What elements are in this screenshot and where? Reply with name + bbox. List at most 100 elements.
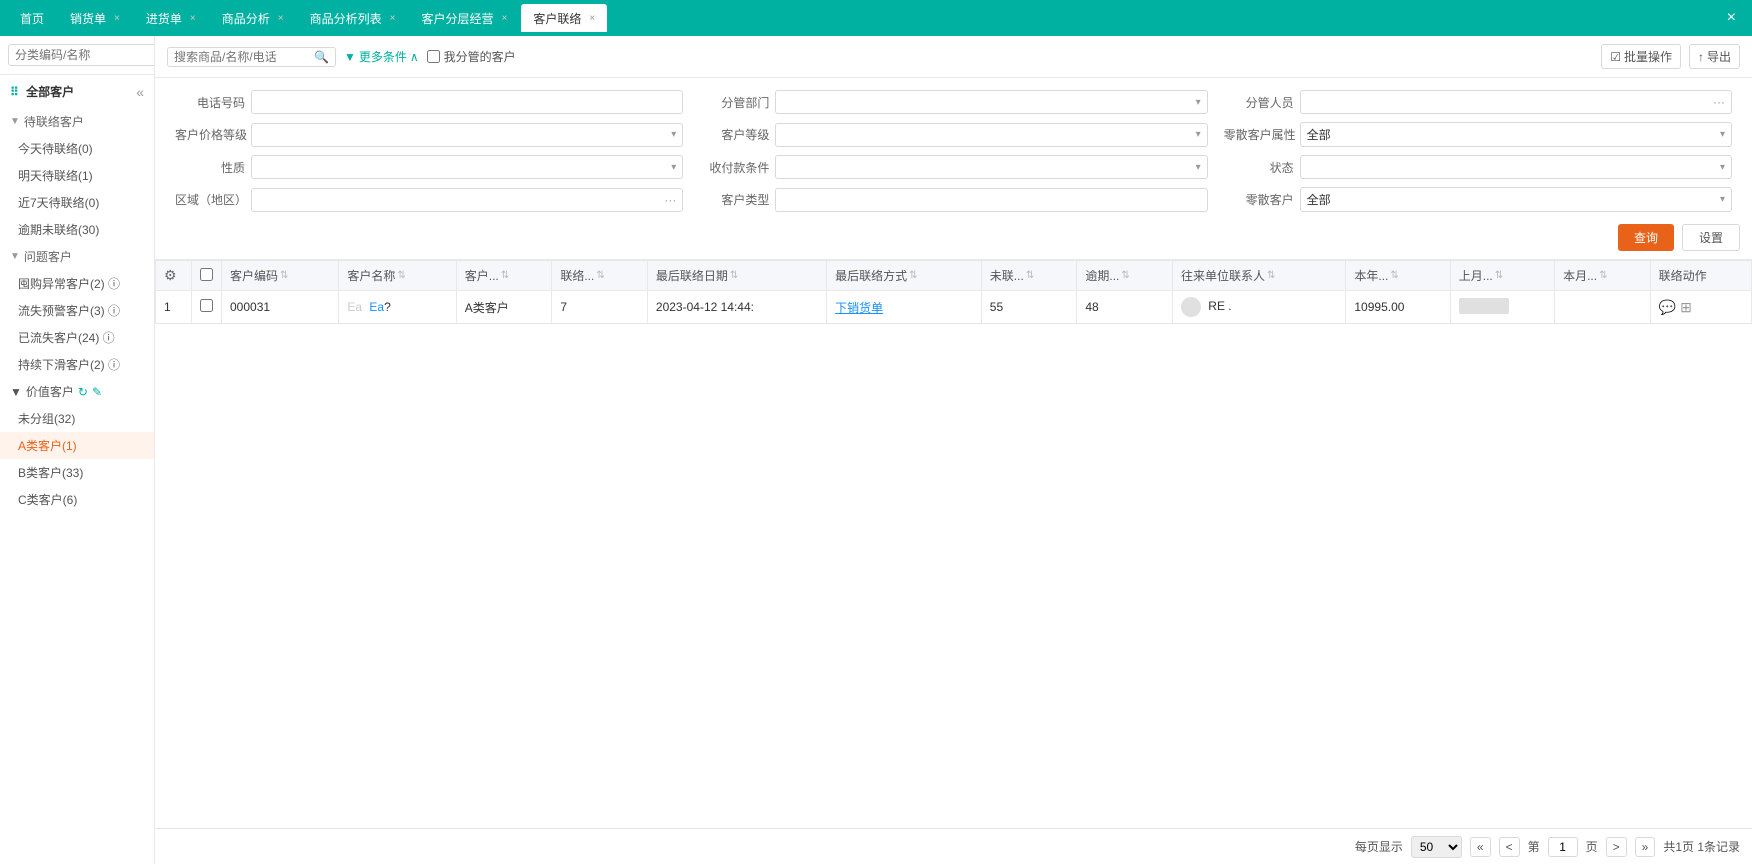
filter-manager-control[interactable]: ··· bbox=[1300, 90, 1732, 114]
sidebar-section-problem[interactable]: ▼ 问题客户 bbox=[0, 243, 154, 270]
row-contact-count: 7 bbox=[552, 291, 648, 324]
row-this-year: 10995.00 bbox=[1346, 291, 1450, 324]
name-sort-icon[interactable]: ⇅ bbox=[397, 270, 405, 281]
last-method-sort-icon[interactable]: ⇅ bbox=[909, 270, 917, 281]
filter-customer-type-control[interactable] bbox=[775, 188, 1207, 212]
filter-more-label: 更多条件 bbox=[359, 48, 407, 65]
sidebar-item-lost-warning[interactable]: 流失预警客户(3) ⓘ bbox=[0, 297, 154, 324]
export-button[interactable]: ↑ 导出 bbox=[1689, 44, 1740, 69]
tab-customer-tier-close[interactable]: × bbox=[501, 13, 507, 24]
tab-home[interactable]: 首页 bbox=[8, 4, 56, 32]
sidebar-section-value[interactable]: ▼ 价值客户 ↻ ✎ bbox=[0, 378, 154, 405]
sidebar-item-abnormal[interactable]: 囤购异常客户(2) ⓘ bbox=[0, 270, 154, 297]
problem-arrow-icon: ▼ bbox=[10, 251, 20, 262]
th-name: 客户名称⇅ bbox=[339, 261, 456, 291]
filter-region: 区域（地区） ··· bbox=[167, 183, 691, 216]
column-settings-button[interactable]: ⚙ bbox=[164, 267, 177, 284]
filter-dept-control[interactable]: ▾ bbox=[775, 90, 1207, 114]
filter-phone-input[interactable] bbox=[258, 95, 676, 109]
close-all-tabs-button[interactable]: × bbox=[1719, 5, 1744, 31]
row-checkbox[interactable] bbox=[200, 299, 213, 312]
sidebar-item-7days[interactable]: 近7天待联络(0) bbox=[0, 189, 154, 216]
last-month-sort-icon[interactable]: ⇅ bbox=[1495, 270, 1503, 281]
value-refresh-button[interactable]: ↻ bbox=[78, 385, 88, 399]
filter-region-dots[interactable]: ··· bbox=[664, 193, 676, 207]
tab-analysis-list[interactable]: 商品分析列表 × bbox=[298, 4, 408, 32]
setting-button[interactable]: 设置 bbox=[1682, 224, 1740, 251]
th-this-year-label: 本年... bbox=[1354, 267, 1388, 284]
query-button[interactable]: 查询 bbox=[1618, 224, 1674, 251]
th-code: 客户编码⇅ bbox=[222, 261, 339, 291]
ctype-sort-icon[interactable]: ⇅ bbox=[501, 270, 509, 281]
filter-manager-dots[interactable]: ··· bbox=[1713, 95, 1725, 109]
sidebar-item-lost[interactable]: 已流失客户(24) ⓘ bbox=[0, 324, 154, 351]
sidebar-item-tomorrow[interactable]: 明天待联络(1) bbox=[0, 162, 154, 189]
tab-purchase-close[interactable]: × bbox=[190, 13, 196, 24]
filter-status-control[interactable]: ▾ bbox=[1300, 155, 1732, 179]
tab-customer-tier[interactable]: 客户分层经营 × bbox=[409, 4, 519, 32]
tab-purchase[interactable]: 进货单 × bbox=[134, 4, 208, 32]
contact-person-sort-icon[interactable]: ⇅ bbox=[1267, 270, 1275, 281]
filter-region-control[interactable]: ··· bbox=[251, 188, 683, 212]
value-edit-button[interactable]: ✎ bbox=[92, 385, 102, 399]
sidebar-item-class-a[interactable]: A类客户(1) bbox=[0, 432, 154, 459]
value-section-label: 价值客户 bbox=[26, 383, 74, 400]
filter-search-input[interactable] bbox=[174, 50, 314, 64]
all-customer-label: ⠿ 全部客户 bbox=[10, 83, 74, 100]
filter-retail-attr-control[interactable]: 全部 ▾ bbox=[1300, 122, 1732, 147]
this-year-sort-icon[interactable]: ⇅ bbox=[1390, 270, 1398, 281]
filter-payment-label: 收付款条件 bbox=[699, 159, 769, 176]
sidebar-search-input[interactable] bbox=[8, 44, 155, 66]
filter-nature-control[interactable]: ▾ bbox=[251, 155, 683, 179]
tab-sales-close[interactable]: × bbox=[114, 13, 120, 24]
sidebar-item-ungroup[interactable]: 未分组(32) bbox=[0, 405, 154, 432]
my-customer-checkbox[interactable] bbox=[427, 50, 440, 63]
next-page-button[interactable]: > bbox=[1606, 837, 1627, 857]
current-page-input[interactable] bbox=[1548, 837, 1578, 857]
sidebar-search-area: 🔍 bbox=[0, 36, 154, 75]
contact-count-sort-icon[interactable]: ⇅ bbox=[596, 270, 604, 281]
page-size-select[interactable]: 50 100 200 bbox=[1411, 836, 1462, 858]
filter-search-icon[interactable]: 🔍 bbox=[314, 50, 329, 64]
this-month-sort-icon[interactable]: ⇅ bbox=[1599, 270, 1607, 281]
code-sort-icon[interactable]: ⇅ bbox=[280, 270, 288, 281]
row-no-contact-value: 55 bbox=[990, 300, 1003, 314]
row-last-method-value[interactable]: 下销货单 bbox=[835, 301, 883, 315]
filter-price-level-control[interactable]: ▾ bbox=[251, 123, 683, 147]
tab-analysis-list-close[interactable]: × bbox=[390, 13, 396, 24]
filter-phone-control[interactable] bbox=[251, 90, 683, 114]
tab-customer-contact[interactable]: 客户联络 × bbox=[521, 4, 607, 32]
row-qr-button[interactable]: ⊞ bbox=[1680, 299, 1692, 316]
batch-op-button[interactable]: ☑ 批量操作 bbox=[1601, 44, 1681, 69]
my-customer-filter[interactable]: 我分管的客户 bbox=[427, 48, 516, 65]
sidebar-section-pending[interactable]: ▼ 待联络客户 bbox=[0, 108, 154, 135]
filter-retail-control[interactable]: 全部 ▾ bbox=[1300, 187, 1732, 212]
filter-customer-type-input[interactable] bbox=[782, 193, 1200, 207]
sidebar-item-class-c[interactable]: C类客户(6) bbox=[0, 486, 154, 513]
overdue-sort-icon[interactable]: ⇅ bbox=[1121, 270, 1129, 281]
filter-dept-label: 分管部门 bbox=[699, 94, 769, 111]
filter-payment-control[interactable]: ▾ bbox=[775, 155, 1207, 179]
last-page-button[interactable]: » bbox=[1635, 837, 1656, 857]
select-all-checkbox[interactable] bbox=[200, 268, 213, 281]
filter-more-button[interactable]: ▼ 更多条件 ∧ bbox=[344, 48, 419, 65]
row-name-text[interactable]: Ea bbox=[369, 300, 384, 314]
sidebar-item-declining[interactable]: 持续下滑客户(2) ⓘ bbox=[0, 351, 154, 378]
sidebar-item-class-b[interactable]: B类客户(33) bbox=[0, 459, 154, 486]
prev-page-button[interactable]: < bbox=[1499, 837, 1520, 857]
first-page-button[interactable]: « bbox=[1470, 837, 1491, 857]
filter-region-input[interactable] bbox=[258, 193, 664, 207]
sidebar-item-overdue[interactable]: 逾期未联络(30) bbox=[0, 216, 154, 243]
filter-dept: 分管部门 ▾ bbox=[691, 86, 1215, 118]
tab-sales[interactable]: 销货单 × bbox=[58, 4, 132, 32]
filter-manager-input[interactable] bbox=[1307, 95, 1713, 109]
tab-analysis[interactable]: 商品分析 × bbox=[210, 4, 296, 32]
sidebar-collapse-button[interactable]: « bbox=[136, 84, 144, 100]
row-chat-button[interactable]: 💬 bbox=[1659, 299, 1676, 316]
sidebar-item-today[interactable]: 今天待联络(0) bbox=[0, 135, 154, 162]
no-contact-sort-icon[interactable]: ⇅ bbox=[1026, 270, 1034, 281]
tab-customer-contact-close[interactable]: × bbox=[589, 13, 595, 24]
tab-analysis-close[interactable]: × bbox=[278, 13, 284, 24]
last-date-sort-icon[interactable]: ⇅ bbox=[730, 270, 738, 281]
filter-customer-level-control[interactable]: ▾ bbox=[775, 123, 1207, 147]
